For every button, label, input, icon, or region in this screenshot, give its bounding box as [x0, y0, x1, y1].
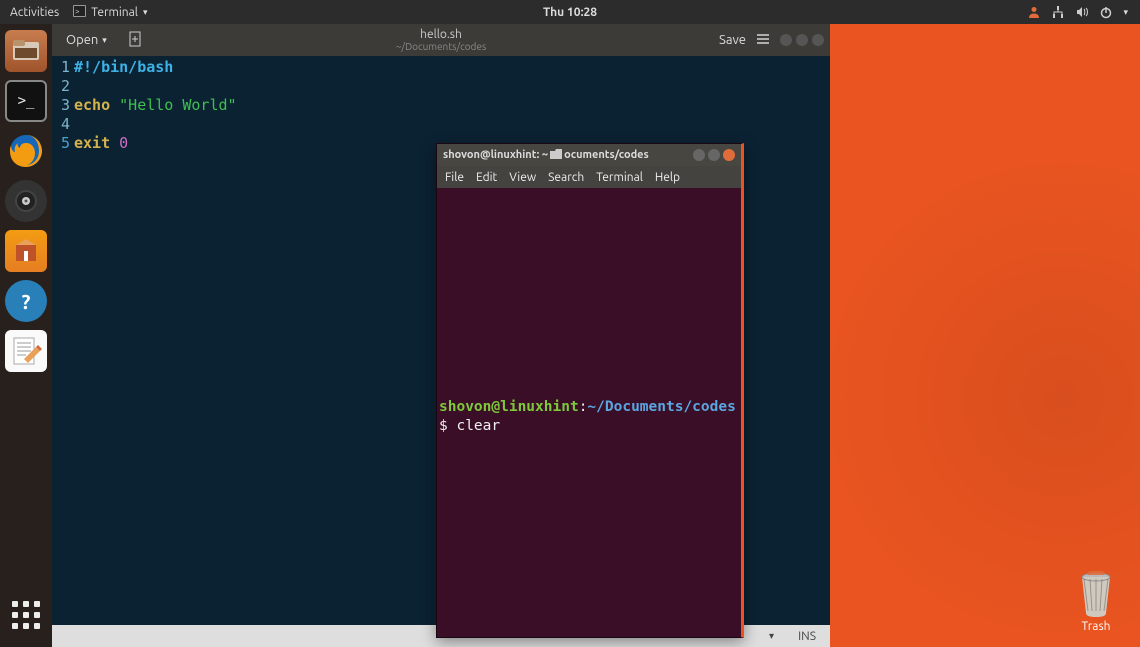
terminal-title-text2: ocuments/codes	[564, 149, 649, 161]
menu-search[interactable]: Search	[548, 171, 584, 184]
hamburger-menu-button[interactable]	[756, 33, 770, 48]
trash-label: Trash	[1076, 620, 1116, 633]
user-icon[interactable]	[1027, 5, 1041, 19]
rhythmbox-launcher[interactable]	[5, 180, 47, 222]
firefox-launcher[interactable]	[5, 130, 47, 172]
app-menu[interactable]: > Terminal ▾	[73, 5, 147, 20]
menu-view[interactable]: View	[509, 171, 536, 184]
editor-filepath: ~/Documents/codes	[396, 41, 487, 52]
folder-icon	[550, 149, 562, 162]
terminal-close-button[interactable]	[723, 149, 735, 161]
editor-title: hello.sh ~/Documents/codes	[396, 28, 487, 52]
volume-icon[interactable]	[1075, 5, 1089, 19]
menu-help[interactable]: Help	[655, 171, 680, 184]
minimize-button[interactable]	[780, 34, 792, 46]
terminal-small-icon: >	[73, 5, 86, 20]
editor-headerbar: Open ▾ hello.sh ~/Documents/codes Save	[52, 24, 830, 56]
system-caret-icon[interactable]: ▾	[1123, 7, 1128, 18]
open-label: Open	[66, 33, 98, 47]
menu-file[interactable]: File	[445, 171, 464, 184]
terminal-body[interactable]: shovon@linuxhint:~/Documents/codes$ clea…	[437, 188, 741, 637]
software-launcher[interactable]	[5, 230, 47, 272]
open-button[interactable]: Open ▾	[58, 30, 115, 50]
trash-desktop-icon[interactable]: Trash	[1076, 569, 1116, 633]
menu-edit[interactable]: Edit	[476, 171, 497, 184]
activities-button[interactable]: Activities	[10, 6, 59, 19]
menu-terminal[interactable]: Terminal	[596, 171, 643, 184]
maximize-button[interactable]	[796, 34, 808, 46]
save-button[interactable]: Save	[719, 33, 746, 47]
insert-mode-indicator[interactable]: INS	[798, 630, 816, 643]
close-button[interactable]	[812, 34, 824, 46]
editor-filename: hello.sh	[396, 28, 487, 41]
code-area[interactable]: #!/bin/bash echo "Hello World" exit 0	[74, 56, 237, 625]
text-editor-launcher[interactable]	[5, 330, 47, 372]
tab-width-menu[interactable]: ▾	[769, 630, 774, 642]
terminal-launcher[interactable]	[5, 80, 47, 122]
terminal-minimize-button[interactable]	[693, 149, 705, 161]
terminal-menubar: File Edit View Search Terminal Help	[437, 166, 741, 188]
caret-down-icon: ▾	[143, 7, 148, 18]
app-menu-label: Terminal	[91, 6, 138, 19]
show-apps-button[interactable]	[6, 595, 46, 635]
dock: ?	[0, 24, 52, 647]
prompt-path: ~/Documents/codes	[587, 399, 735, 415]
terminal-command: clear	[456, 418, 500, 434]
prompt-user: shovon@linuxhint	[439, 399, 579, 415]
line-gutter: 12345	[52, 56, 74, 625]
help-launcher[interactable]: ?	[5, 280, 47, 322]
prompt-suffix: $	[439, 418, 456, 434]
terminal-title-text: shovon@linuxhint: ~	[443, 149, 548, 161]
clock[interactable]: Thu 10:28	[543, 6, 597, 19]
caret-down-icon: ▾	[102, 35, 107, 46]
files-launcher[interactable]	[5, 30, 47, 72]
wallpaper	[830, 24, 1140, 647]
terminal-maximize-button[interactable]	[708, 149, 720, 161]
terminal-window: shovon@linuxhint: ~ ocuments/codes File …	[436, 143, 744, 638]
terminal-titlebar[interactable]: shovon@linuxhint: ~ ocuments/codes	[437, 144, 741, 166]
new-document-button[interactable]	[123, 28, 149, 53]
svg-text:>: >	[75, 7, 80, 16]
code-line: #!/bin/bash	[74, 58, 173, 76]
power-icon[interactable]	[1099, 5, 1113, 19]
network-icon[interactable]	[1051, 5, 1065, 19]
top-bar: Activities > Terminal ▾ Thu 10:28 ▾	[0, 0, 1140, 24]
